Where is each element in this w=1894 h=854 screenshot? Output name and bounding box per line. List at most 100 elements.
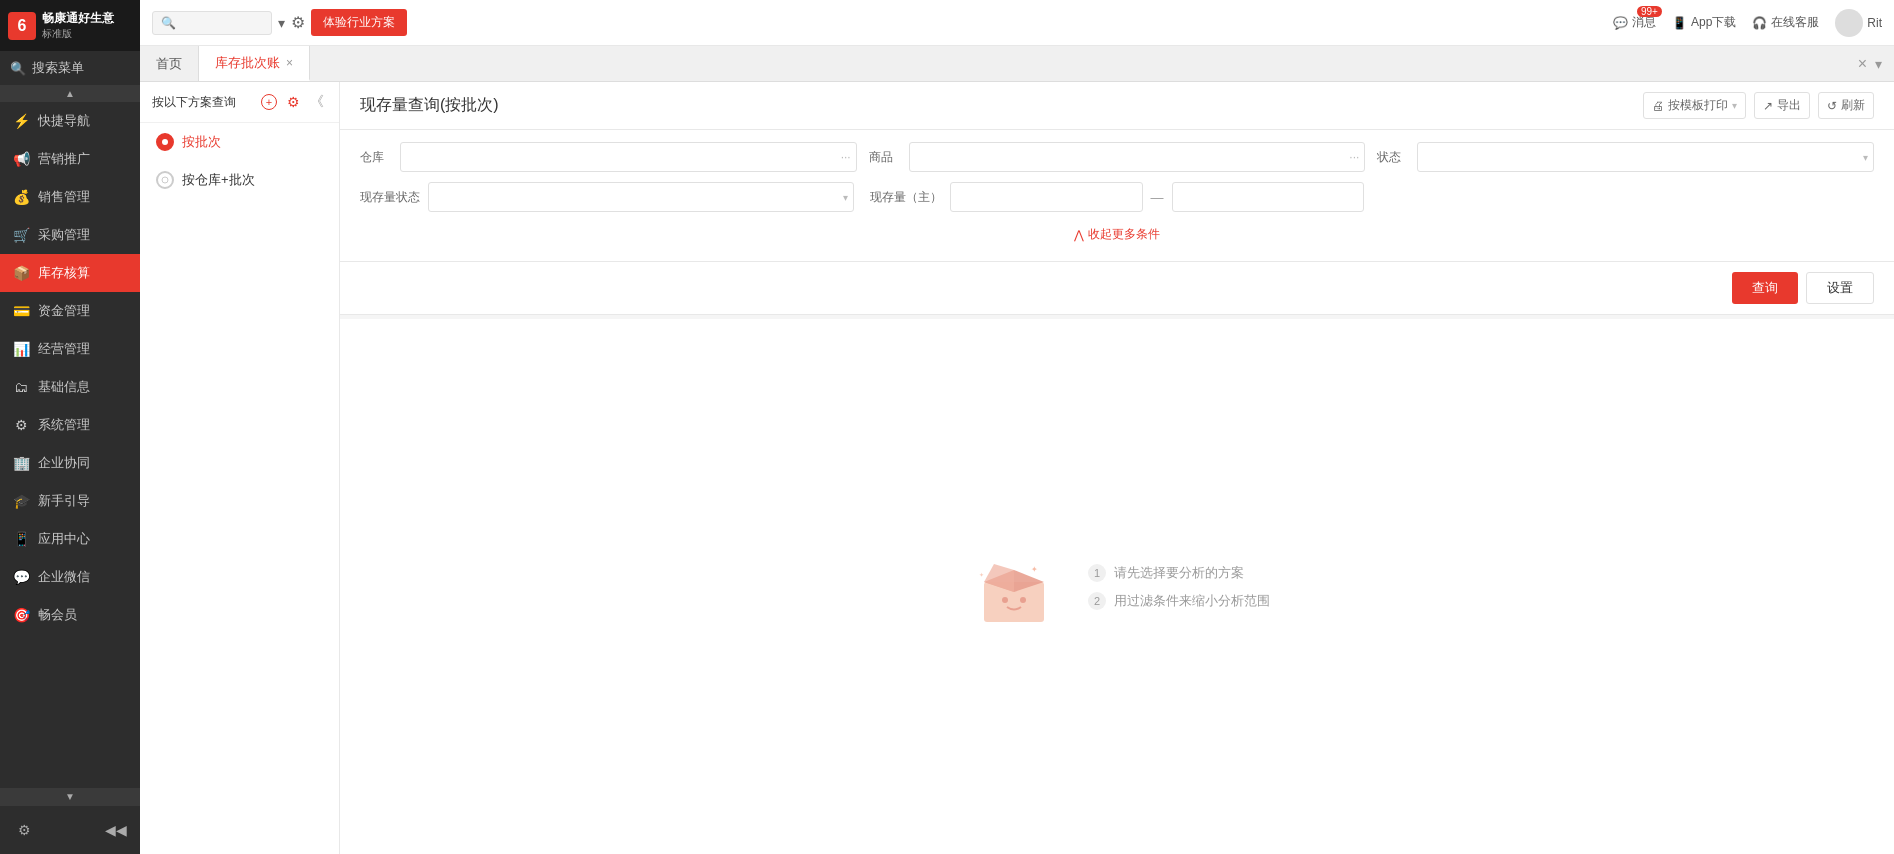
sidebar-search[interactable]: 🔍 搜索菜单: [0, 51, 140, 85]
left-panel-header: 按以下方案查询 + ⚙ 《: [140, 82, 339, 123]
plan-item-batch[interactable]: 按批次: [140, 123, 339, 161]
page-header: 现存量查询(按批次) 🖨 按模板打印 ▾ ↗ 导出 ↺ 刷新: [340, 82, 1894, 130]
tab-close-icon[interactable]: ×: [286, 56, 293, 70]
goods-more-icon[interactable]: ···: [1349, 150, 1359, 164]
sales-icon: 💰: [12, 188, 30, 206]
tabbar: 首页 库存批次账 × × ▾: [140, 46, 1894, 82]
message-btn[interactable]: 💬 消息 99+: [1613, 14, 1656, 31]
status-select[interactable]: [1417, 142, 1874, 172]
plan-item-warehouse-batch[interactable]: 按仓库+批次: [140, 161, 339, 199]
export-icon: ↗: [1763, 99, 1773, 113]
tab-home[interactable]: 首页: [140, 46, 199, 81]
sidebar-item-label: 采购管理: [38, 226, 90, 244]
sidebar-item-finance[interactable]: 💳 资金管理: [0, 292, 140, 330]
left-panel: 按以下方案查询 + ⚙ 《 按批次: [140, 82, 340, 854]
left-panel-title: 按以下方案查询: [152, 94, 236, 111]
search-icon: 🔍: [10, 61, 26, 76]
sidebar-item-label: 营销推广: [38, 150, 90, 168]
sidebar-scroll-up[interactable]: ▲: [0, 85, 140, 102]
goods-input[interactable]: [909, 142, 1366, 172]
online-service-btn[interactable]: 🎧 在线客服: [1752, 14, 1819, 31]
marketing-icon: 📢: [12, 150, 30, 168]
step-1-text: 请先选择要分析的方案: [1114, 564, 1244, 582]
sidebar-item-label: 基础信息: [38, 378, 90, 396]
topbar-dropdown-icon[interactable]: ▾: [278, 15, 285, 31]
query-btn[interactable]: 查询: [1732, 272, 1798, 304]
sidebar-item-member[interactable]: 🎯 畅会员: [0, 596, 140, 634]
plus-icon: +: [261, 94, 277, 110]
qty-max-input[interactable]: [1172, 182, 1365, 212]
print-template-btn[interactable]: 🖨 按模板打印 ▾: [1643, 92, 1746, 119]
refresh-btn[interactable]: ↺ 刷新: [1818, 92, 1874, 119]
qty-dash: —: [1147, 190, 1168, 205]
topbar-gear-icon[interactable]: ⚙: [291, 13, 305, 32]
filter-inventory-qty: 现存量（主） —: [870, 182, 1364, 212]
sidebar-item-wechat[interactable]: 💬 企业微信: [0, 558, 140, 596]
message-badge: 99+: [1637, 6, 1662, 17]
sidebar-footer: ⚙ ◀◀: [0, 805, 140, 854]
inventory-status-label: 现存量状态: [360, 189, 420, 206]
phone-icon: 📱: [1672, 16, 1687, 30]
filter-row-2: 现存量状态 ▾ 现存量（主） —: [360, 182, 1874, 212]
step-2-text: 用过滤条件来缩小分析范围: [1114, 592, 1270, 610]
tab-inventory-batch[interactable]: 库存批次账 ×: [199, 46, 310, 81]
add-plan-btn[interactable]: +: [259, 92, 279, 112]
export-label: 导出: [1777, 97, 1801, 114]
sidebar-item-operations[interactable]: 📊 经营管理: [0, 330, 140, 368]
warehouse-input[interactable]: [400, 142, 857, 172]
user-avatar: [1835, 9, 1863, 37]
sidebar-item-apps[interactable]: 📱 应用中心: [0, 520, 140, 558]
sidebar-item-system[interactable]: ⚙ 系统管理: [0, 406, 140, 444]
topbar: 🔍 ▾ ⚙ 体验行业方案 💬 消息 99+ 📱 App下载 🎧 在线客服: [140, 0, 1894, 46]
refresh-icon: ↺: [1827, 99, 1837, 113]
settings-btn[interactable]: 设置: [1806, 272, 1874, 304]
sidebar-item-inventory[interactable]: 📦 库存核算: [0, 254, 140, 292]
sidebar-item-label: 资金管理: [38, 302, 90, 320]
print-template-label: 按模板打印: [1668, 97, 1728, 114]
sidebar: 6 畅康通好生意 标准版 🔍 搜索菜单 ▲ ⚡ 快捷导航 📢 营销推广 💰 销售…: [0, 0, 140, 854]
sidebar-item-sales[interactable]: 💰 销售管理: [0, 178, 140, 216]
empty-text: 1 请先选择要分析的方案 2 用过滤条件来缩小分析范围: [1088, 564, 1270, 610]
export-btn[interactable]: ↗ 导出: [1754, 92, 1810, 119]
topbar-search-box[interactable]: 🔍: [152, 11, 272, 35]
sidebar-header: 6 畅康通好生意 标准版: [0, 0, 140, 51]
sidebar-item-label: 企业协同: [38, 454, 90, 472]
svg-point-5: [1002, 597, 1008, 603]
warehouse-more-icon[interactable]: ···: [841, 150, 851, 164]
sidebar-item-marketing[interactable]: 📢 营销推广: [0, 140, 140, 178]
experience-btn[interactable]: 体验行业方案: [311, 9, 407, 36]
sidebar-item-enterprise[interactable]: 🏢 企业协同: [0, 444, 140, 482]
filter-inventory-status: 现存量状态 ▾: [360, 182, 854, 212]
system-icon: ⚙: [12, 416, 30, 434]
page-title: 现存量查询(按批次): [360, 95, 499, 116]
filter-warehouse: 仓库 ···: [360, 142, 857, 172]
wechat-icon: 💬: [12, 568, 30, 586]
svg-point-0: [162, 139, 168, 145]
tab-more-icon[interactable]: ▾: [1875, 56, 1882, 72]
refresh-label: 刷新: [1841, 97, 1865, 114]
app-download-label: App下载: [1691, 14, 1736, 31]
sidebar-item-label: 畅会员: [38, 606, 77, 624]
qty-min-input[interactable]: [950, 182, 1143, 212]
inventory-status-select[interactable]: [428, 182, 854, 212]
plan-settings-btn[interactable]: ⚙: [283, 92, 303, 112]
settings-footer-btn[interactable]: ⚙: [10, 816, 38, 844]
collapse-panel-btn[interactable]: 《: [307, 92, 327, 112]
user-profile-btn[interactable]: Rit: [1835, 9, 1882, 37]
tab-home-label: 首页: [156, 55, 182, 73]
empty-step-2: 2 用过滤条件来缩小分析范围: [1088, 592, 1270, 610]
app-logo: 6: [8, 12, 36, 40]
plan-item-warehouse-batch-label: 按仓库+批次: [182, 171, 255, 189]
sidebar-item-quick-nav[interactable]: ⚡ 快捷导航: [0, 102, 140, 140]
collapse-sidebar-btn[interactable]: ◀◀: [102, 816, 130, 844]
app-download-btn[interactable]: 📱 App下载: [1672, 14, 1736, 31]
finance-icon: 💳: [12, 302, 30, 320]
sidebar-item-purchase[interactable]: 🛒 采购管理: [0, 216, 140, 254]
sidebar-scroll-down[interactable]: ▼: [0, 788, 140, 805]
sidebar-item-basic[interactable]: 🗂 基础信息: [0, 368, 140, 406]
tab-close-page-icon[interactable]: ×: [1858, 55, 1867, 73]
inventory-icon: 📦: [12, 264, 30, 282]
chevron-up-icon: ⋀: [1074, 228, 1084, 242]
sidebar-item-guide[interactable]: 🎓 新手引导: [0, 482, 140, 520]
collapse-filters-btn[interactable]: ⋀ 收起更多条件: [360, 220, 1874, 249]
